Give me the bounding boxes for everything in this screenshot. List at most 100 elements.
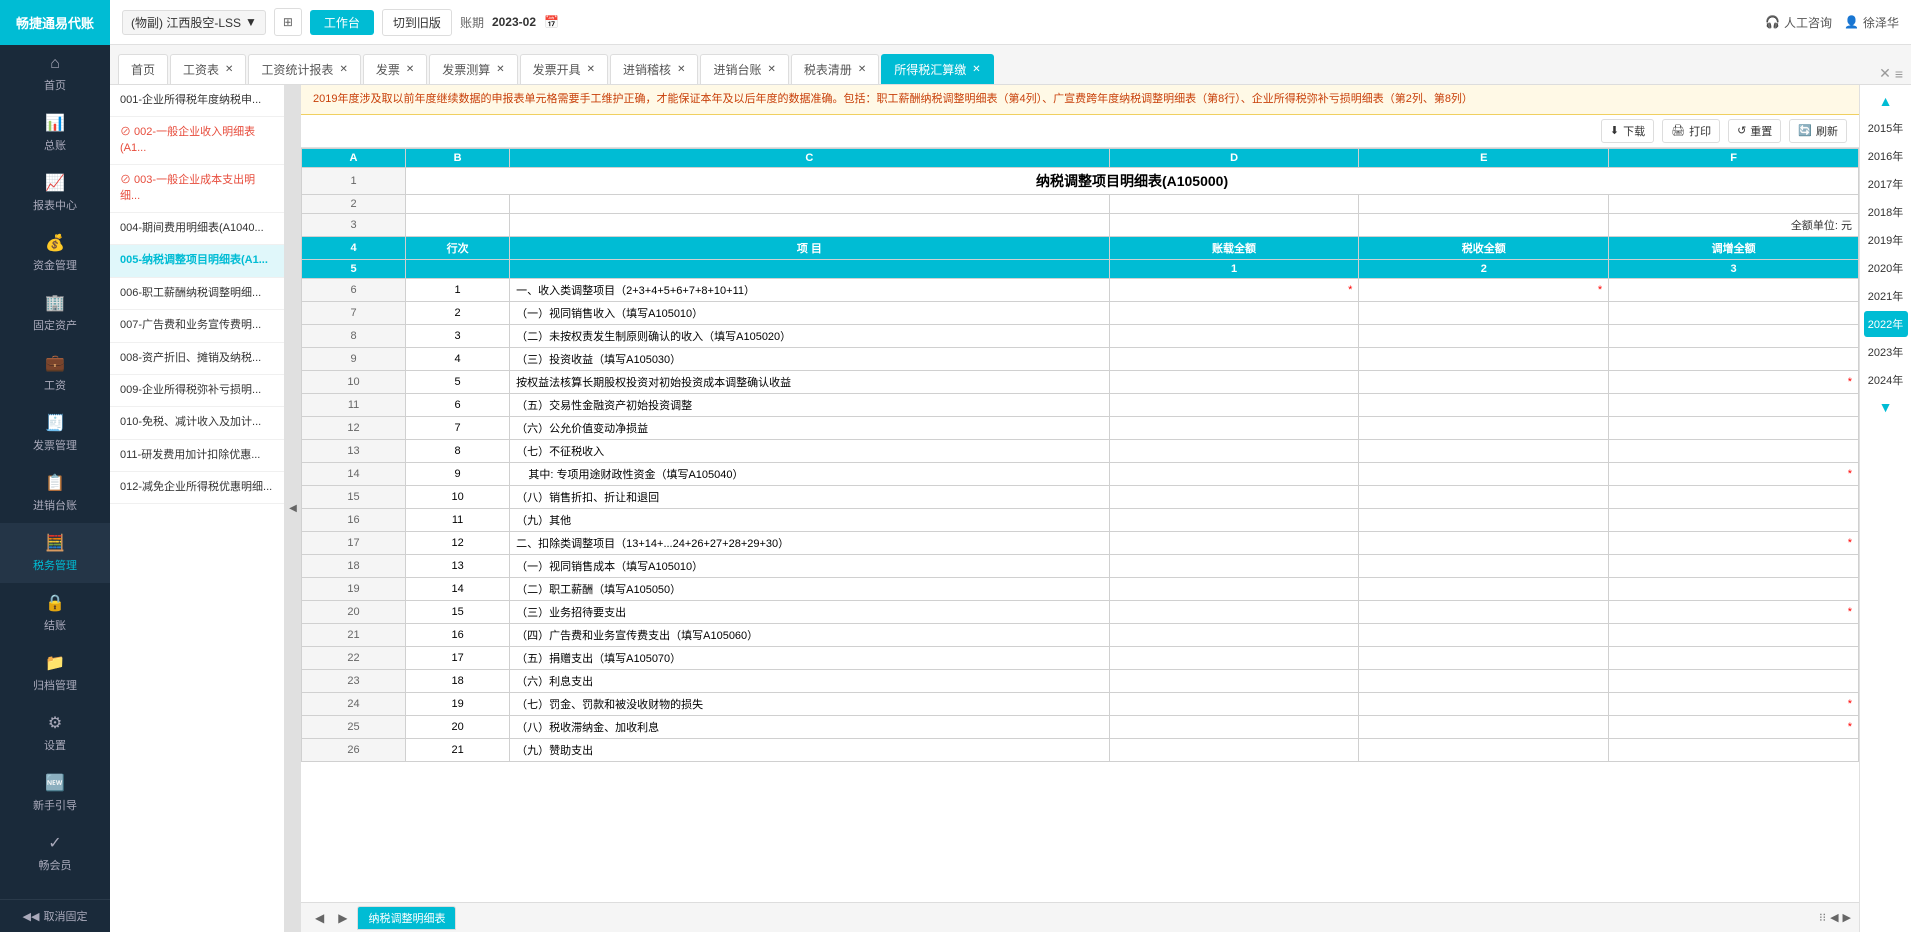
sidebar-item-asset[interactable]: 💰 资金管理 xyxy=(0,223,110,283)
user-profile[interactable]: 👤 徐泽华 xyxy=(1844,14,1899,31)
sidebar-item-payroll[interactable]: 💼 工资 xyxy=(0,343,110,403)
tab-invoice[interactable]: 发票✕ xyxy=(363,54,427,84)
print-button[interactable]: 🖨 打印 xyxy=(1662,119,1720,143)
year-2015[interactable]: 2015年 xyxy=(1864,115,1908,141)
bottom-bar: ◀ ▶ 纳税调整明细表 ⁝⁝ ◀ ▶ xyxy=(301,902,1859,932)
sidebar-item-tax[interactable]: 🧮 税务管理 xyxy=(0,523,110,583)
home-icon: ⌂ xyxy=(50,55,60,73)
company-selector[interactable]: (物副) 江西股空-LSS ▼ xyxy=(122,10,266,35)
table-row: 12 7 （六）公允价值变动净损益 xyxy=(302,416,1859,439)
tab-income-tax-close[interactable]: ✕ xyxy=(972,64,980,75)
sidebar-item-guide[interactable]: 🆕 新手引导 xyxy=(0,763,110,823)
tab-invoice-close[interactable]: ✕ xyxy=(406,64,414,75)
left-item-001[interactable]: 001-企业所得税年度纳税申... xyxy=(110,85,284,117)
worktable-button[interactable]: 工作台 xyxy=(310,10,374,35)
tab-payroll-close[interactable]: ✕ xyxy=(225,64,233,75)
left-item-010[interactable]: 010-免税、减计收入及加计... xyxy=(110,407,284,439)
support-button[interactable]: 🎧 人工咨询 xyxy=(1765,14,1832,31)
table-row: 11 6 （五）交易性金融资产初始投资调整 xyxy=(302,393,1859,416)
reset-button[interactable]: ↺ 重置 xyxy=(1728,119,1781,143)
refresh-label: 刷新 xyxy=(1816,123,1838,139)
pin-button[interactable]: ◀◀ 取消固定 xyxy=(0,900,110,932)
year-2024[interactable]: 2024年 xyxy=(1864,367,1908,393)
download-button[interactable]: ⬇ 下载 xyxy=(1601,119,1654,143)
sidebar-item-purchase-label: 进销台账 xyxy=(33,497,77,513)
tab-home[interactable]: 首页 xyxy=(118,54,168,84)
left-item-005[interactable]: 005-纳税调整项目明细表(A1... xyxy=(110,245,284,277)
sidebar-item-member[interactable]: ✓ 畅会员 xyxy=(0,823,110,883)
company-icon-button[interactable]: ⊞ xyxy=(274,8,302,36)
col-header-rownum: 4 xyxy=(302,236,406,259)
year-2021[interactable]: 2021年 xyxy=(1864,283,1908,309)
left-item-002[interactable]: ⊘ 002-一般企业收入明细表(A1... xyxy=(110,117,284,165)
tab-invoice-calc[interactable]: 发票测算✕ xyxy=(429,54,517,84)
year-2023[interactable]: 2023年 xyxy=(1864,339,1908,365)
sidebar-item-settings[interactable]: ⚙ 设置 xyxy=(0,703,110,763)
sidebar-item-purchase[interactable]: 📋 进销台账 xyxy=(0,463,110,523)
sub-col-2: 2 xyxy=(1359,259,1609,278)
year-2022[interactable]: 2022年 xyxy=(1864,311,1908,337)
col-e: E xyxy=(1359,148,1609,167)
year-2017[interactable]: 2017年 xyxy=(1864,171,1908,197)
logo: 畅捷通易代账 xyxy=(0,0,110,45)
purchase-icon: 📋 xyxy=(45,473,65,493)
tab-purchase-check-close[interactable]: ✕ xyxy=(677,64,685,75)
sidebar-item-ledger[interactable]: 📊 总账 xyxy=(0,103,110,163)
calendar-icon[interactable]: 📅 xyxy=(544,15,559,29)
scroll-left-icon[interactable]: ◀ xyxy=(1830,911,1838,924)
tab-purchase-ledger[interactable]: 进销台账✕ xyxy=(700,54,788,84)
sidebar-item-invoice[interactable]: 🧾 发票管理 xyxy=(0,403,110,463)
year-2016[interactable]: 2016年 xyxy=(1864,143,1908,169)
left-item-003[interactable]: ⊘ 003-一般企业成本支出明细... xyxy=(110,165,284,213)
panel-toggle[interactable]: ◀ xyxy=(285,85,301,932)
year-down-button[interactable]: ▼ xyxy=(1874,395,1898,419)
tab-purchase-check[interactable]: 进销稽核✕ xyxy=(610,54,698,84)
year-2019[interactable]: 2019年 xyxy=(1864,227,1908,253)
refresh-button[interactable]: 🔄 刷新 xyxy=(1789,119,1847,143)
sidebar-item-report[interactable]: 📈 报表中心 xyxy=(0,163,110,223)
tab-invoice-issue[interactable]: 发票开具✕ xyxy=(520,54,608,84)
tab-invoice-issue-close[interactable]: ✕ xyxy=(587,64,595,75)
sidebar-item-home[interactable]: ⌂ 首页 xyxy=(0,45,110,103)
asset-icon: 💰 xyxy=(45,233,65,253)
left-item-008[interactable]: 008-资产折旧、摊销及纳税... xyxy=(110,343,284,375)
tab-payroll[interactable]: 工资表✕ xyxy=(170,54,246,84)
tab-tax-list-close[interactable]: ✕ xyxy=(858,64,866,75)
sheet-tab-active[interactable]: 纳税调整明细表 xyxy=(357,906,456,930)
more-tabs-button[interactable]: ≡ xyxy=(1895,66,1903,82)
tab-income-tax[interactable]: 所得税汇算缴✕ xyxy=(881,54,993,84)
year-up-button[interactable]: ▲ xyxy=(1874,89,1898,113)
oldver-button[interactable]: 切到旧版 xyxy=(382,9,452,36)
nav-tabs: 首页 工资表✕ 工资统计报表✕ 发票✕ 发票测算✕ 发票开具✕ 进销稽核✕ 进销… xyxy=(110,45,1911,85)
tab-purchase-ledger-close[interactable]: ✕ xyxy=(767,64,775,75)
spreadsheet-wrapper[interactable]: A B C D E F 1 纳税调整项目明细表(A105000) xyxy=(301,148,1859,903)
topbar: (物副) 江西股空-LSS ▼ ⊞ 工作台 切到旧版 账期 2023-02 📅 … xyxy=(110,0,1911,45)
tab-invoice-calc-close[interactable]: ✕ xyxy=(496,64,504,75)
sidebar-item-home-label: 首页 xyxy=(44,77,66,93)
left-item-011[interactable]: 011-研发费用加计扣除优惠... xyxy=(110,440,284,472)
left-item-012[interactable]: 012-减免企业所得税优惠明细... xyxy=(110,472,284,504)
sidebar-item-archive[interactable]: 📁 归档管理 xyxy=(0,643,110,703)
next-sheet-button[interactable]: ▶ xyxy=(332,909,353,927)
table-row: 9 4 （三）投资收益（填写A105030） xyxy=(302,347,1859,370)
col-header-item: 项 目 xyxy=(510,236,1110,259)
left-item-006[interactable]: 006-职工薪酬纳税调整明细... xyxy=(110,278,284,310)
period-label: 账期 xyxy=(460,14,484,31)
table-row: 17 12 二、扣除类调整项目（13+14+...24+26+27+28+29+… xyxy=(302,531,1859,554)
tab-tax-list[interactable]: 税表清册✕ xyxy=(791,54,879,84)
left-item-007[interactable]: 007-广告费和业务宣传费明... xyxy=(110,310,284,342)
year-2020[interactable]: 2020年 xyxy=(1864,255,1908,281)
tab-payroll-stat[interactable]: 工资统计报表✕ xyxy=(248,54,360,84)
row-num: 1 xyxy=(302,167,406,194)
member-icon: ✓ xyxy=(48,833,61,853)
year-panel: ▲ 2015年 2016年 2017年 2018年 2019年 2020年 20… xyxy=(1859,85,1911,932)
close-tab-button[interactable]: ✕ xyxy=(1879,65,1891,82)
tab-payroll-stat-close[interactable]: ✕ xyxy=(339,64,347,75)
sidebar-item-fixed-asset[interactable]: 🏢 固定资产 xyxy=(0,283,110,343)
year-2018[interactable]: 2018年 xyxy=(1864,199,1908,225)
left-item-004[interactable]: 004-期间费用明细表(A1040... xyxy=(110,213,284,245)
prev-sheet-button[interactable]: ◀ xyxy=(309,909,330,927)
left-item-009[interactable]: 009-企业所得税弥补亏损明... xyxy=(110,375,284,407)
sidebar-item-close[interactable]: 🔒 结账 xyxy=(0,583,110,643)
scroll-right-icon[interactable]: ▶ xyxy=(1843,911,1851,924)
